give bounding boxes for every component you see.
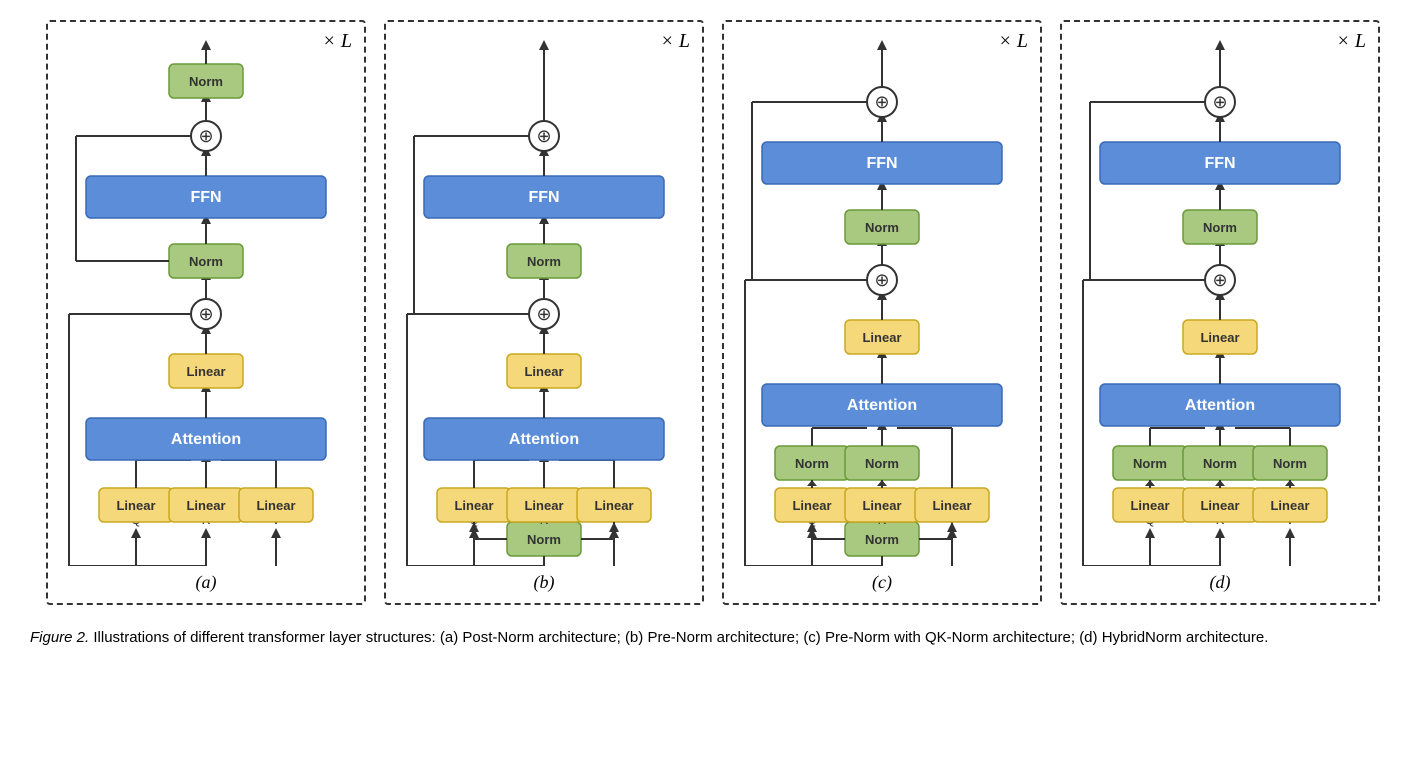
svg-text:⊕: ⊕ bbox=[874, 270, 889, 290]
svg-text:Norm: Norm bbox=[865, 220, 899, 235]
svg-text:Linear: Linear bbox=[1270, 498, 1309, 513]
svg-text:Linear: Linear bbox=[524, 498, 563, 513]
times-l-b: × L bbox=[660, 30, 690, 53]
svg-text:Linear: Linear bbox=[792, 498, 831, 513]
svg-text:Linear: Linear bbox=[862, 498, 901, 513]
diagram-b-label: (b) bbox=[534, 572, 555, 593]
diagram-b: × L Norm Q K V Linear Lin bbox=[384, 20, 704, 605]
svg-text:FFN: FFN bbox=[528, 189, 559, 206]
svg-text:Linear: Linear bbox=[862, 330, 901, 345]
svg-text:Norm: Norm bbox=[1273, 456, 1307, 471]
diagram-d-svg: Q K V Linear Linear Linear Norm Norm bbox=[1075, 36, 1365, 566]
svg-text:FFN: FFN bbox=[190, 189, 221, 206]
times-l-a: × L bbox=[322, 30, 352, 53]
diagram-c-svg: Norm Q K V bbox=[737, 36, 1027, 566]
svg-text:Norm: Norm bbox=[1203, 456, 1237, 471]
svg-text:⊕: ⊕ bbox=[198, 126, 213, 146]
svg-text:⊕: ⊕ bbox=[536, 126, 551, 146]
svg-text:Linear: Linear bbox=[186, 364, 225, 379]
diagram-c: × L Norm Q K bbox=[722, 20, 1042, 605]
svg-text:⊕: ⊕ bbox=[1212, 270, 1227, 290]
svg-text:Norm: Norm bbox=[189, 254, 223, 269]
svg-text:Attention: Attention bbox=[847, 397, 917, 414]
main-container: × L Q K V Linear bbox=[30, 20, 1396, 650]
svg-text:Linear: Linear bbox=[256, 498, 295, 513]
svg-text:Linear: Linear bbox=[454, 498, 493, 513]
diagram-b-svg: Norm Q K V Linear Linear Linear bbox=[399, 36, 689, 566]
svg-text:Linear: Linear bbox=[594, 498, 633, 513]
diagram-c-label: (c) bbox=[872, 572, 892, 593]
caption-text: Illustrations of different transformer l… bbox=[89, 629, 1268, 646]
svg-text:Attention: Attention bbox=[171, 431, 241, 448]
diagram-a-label: (a) bbox=[196, 572, 217, 593]
svg-text:Norm: Norm bbox=[189, 74, 223, 89]
svg-text:FFN: FFN bbox=[866, 155, 897, 172]
svg-text:Norm: Norm bbox=[527, 532, 561, 547]
svg-text:Linear: Linear bbox=[524, 364, 563, 379]
svg-text:FFN: FFN bbox=[1204, 155, 1235, 172]
svg-text:Norm: Norm bbox=[1133, 456, 1167, 471]
svg-text:Norm: Norm bbox=[865, 532, 899, 547]
svg-text:⊕: ⊕ bbox=[198, 304, 213, 324]
diagram-a-svg: Q K V Linear Linear Linear bbox=[61, 36, 351, 566]
svg-text:Linear: Linear bbox=[1200, 498, 1239, 513]
svg-text:⊕: ⊕ bbox=[536, 304, 551, 324]
svg-text:Linear: Linear bbox=[932, 498, 971, 513]
svg-text:Norm: Norm bbox=[527, 254, 561, 269]
svg-text:Norm: Norm bbox=[865, 456, 899, 471]
svg-text:Norm: Norm bbox=[1203, 220, 1237, 235]
svg-text:Attention: Attention bbox=[1185, 397, 1255, 414]
figure-caption: Figure 2. Illustrations of different tra… bbox=[30, 627, 1268, 650]
diagrams-row: × L Q K V Linear bbox=[30, 20, 1396, 605]
svg-text:Linear: Linear bbox=[186, 498, 225, 513]
svg-text:Linear: Linear bbox=[116, 498, 155, 513]
figure-number: Figure 2. bbox=[30, 629, 89, 646]
times-l-d: × L bbox=[1336, 30, 1366, 53]
svg-text:Linear: Linear bbox=[1130, 498, 1169, 513]
diagram-d: × L Q K V Linear Linear bbox=[1060, 20, 1380, 605]
svg-text:Linear: Linear bbox=[1200, 330, 1239, 345]
times-l-c: × L bbox=[998, 30, 1028, 53]
svg-text:⊕: ⊕ bbox=[874, 92, 889, 112]
svg-text:Attention: Attention bbox=[509, 431, 579, 448]
svg-text:Norm: Norm bbox=[795, 456, 829, 471]
diagram-a: × L Q K V Linear bbox=[46, 20, 366, 605]
svg-text:⊕: ⊕ bbox=[1212, 92, 1227, 112]
diagram-d-label: (d) bbox=[1210, 572, 1231, 593]
